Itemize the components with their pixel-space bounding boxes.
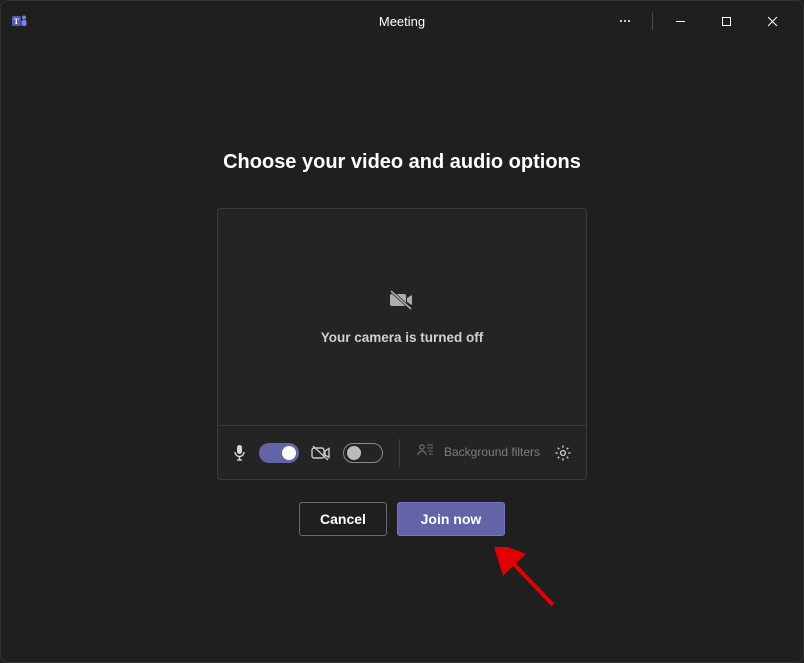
camera-off-text: Your camera is turned off <box>321 330 484 345</box>
video-preview-card: Your camera is turned off <box>217 208 587 480</box>
cancel-button[interactable]: Cancel <box>299 502 387 536</box>
background-filters-icon <box>416 442 434 463</box>
separator <box>652 12 653 30</box>
more-options-button[interactable] <box>602 5 648 37</box>
annotation-arrow-icon <box>491 547 571 617</box>
window-title: Meeting <box>379 14 425 29</box>
maximize-button[interactable] <box>703 5 749 37</box>
device-settings-button[interactable] <box>554 444 572 462</box>
camera-off-icon <box>389 289 415 316</box>
svg-text:T: T <box>14 17 20 26</box>
page-heading: Choose your video and audio options <box>223 151 581 174</box>
join-now-button[interactable]: Join now <box>397 502 505 536</box>
window-controls <box>602 5 795 37</box>
divider <box>399 439 400 467</box>
background-filters-label: Background filters <box>444 446 540 460</box>
minimize-button[interactable] <box>657 5 703 37</box>
close-button[interactable] <box>749 5 795 37</box>
camera-toggle[interactable] <box>343 443 383 463</box>
action-buttons: Cancel Join now <box>299 502 505 536</box>
microphone-toggle[interactable] <box>259 443 299 463</box>
camera-icon <box>311 445 331 461</box>
background-filters-button[interactable]: Background filters <box>416 442 540 463</box>
microphone-icon <box>232 444 247 462</box>
main-content: Choose your video and audio options Your… <box>1 41 803 536</box>
device-controls-row: Background filters <box>218 425 586 479</box>
video-preview-area: Your camera is turned off <box>218 209 586 425</box>
teams-app-icon: T <box>11 12 29 30</box>
title-bar: T Meeting <box>1 1 803 41</box>
